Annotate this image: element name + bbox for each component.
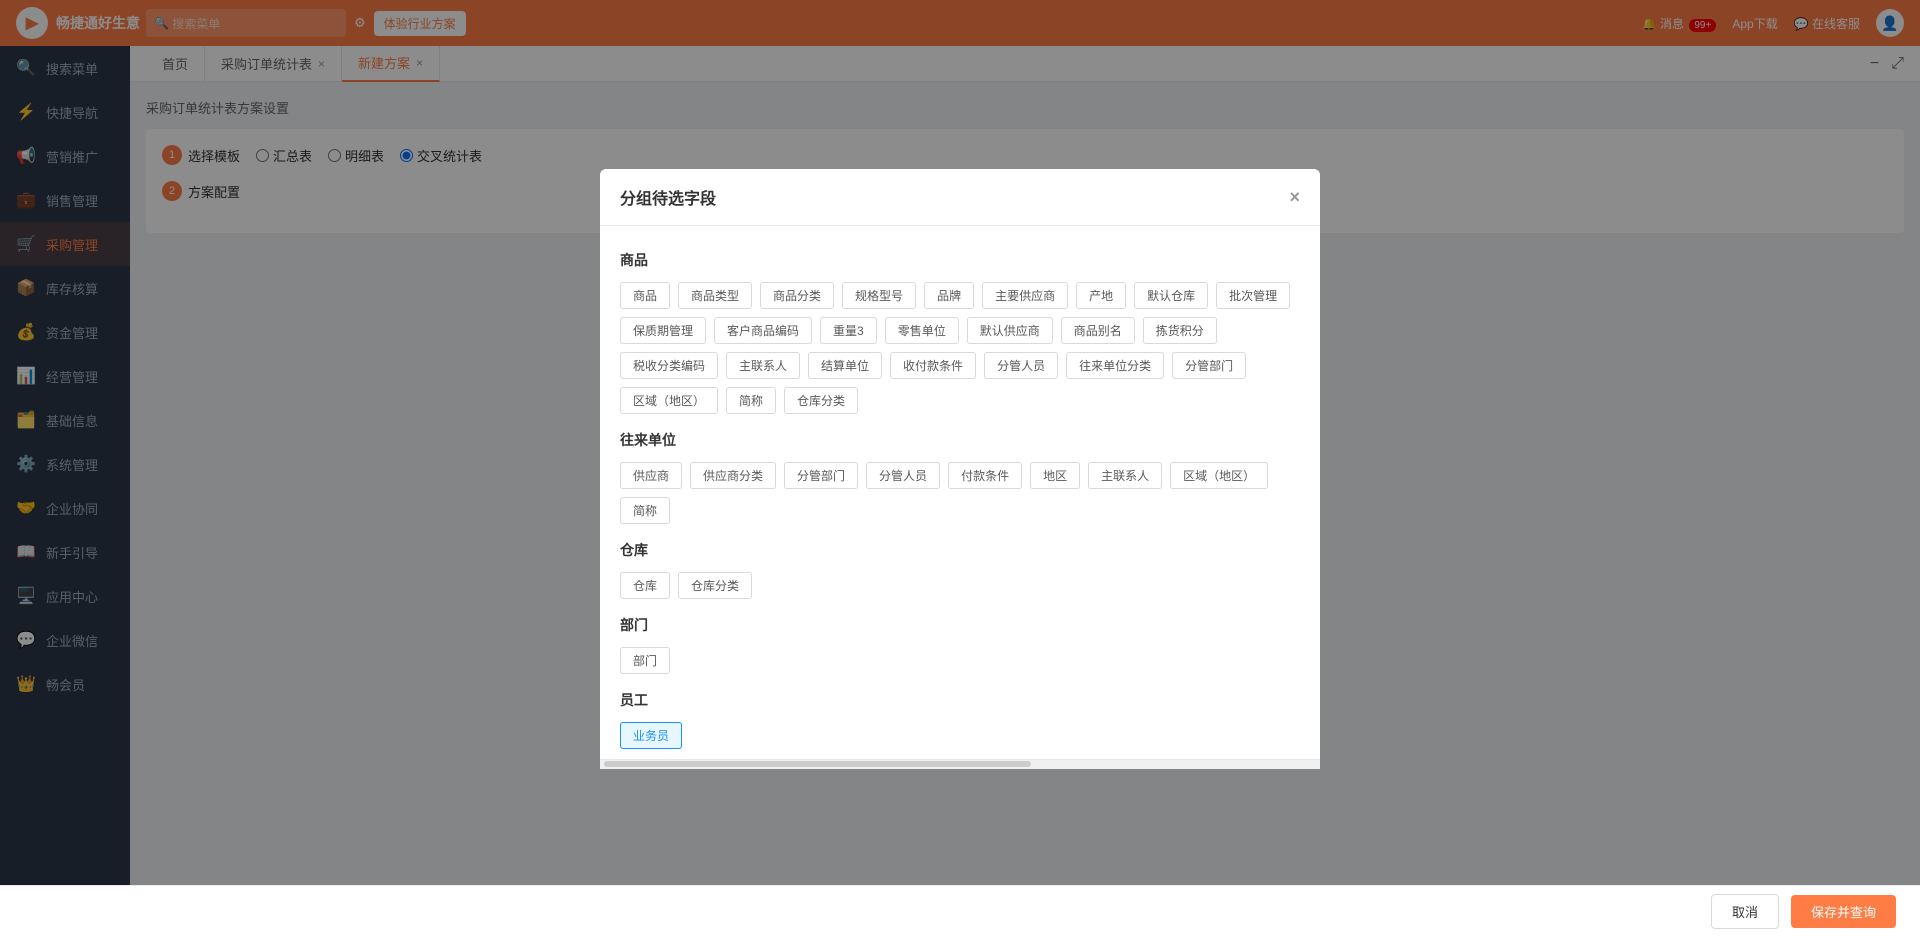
field-tag[interactable]: 保质期管理 — [620, 317, 706, 344]
field-grid-goods: 商品 商品类型 商品分类 规格型号 品牌 主要供应商 产地 默认仓库 批次管理 … — [620, 282, 1300, 414]
field-tag[interactable]: 主要供应商 — [982, 282, 1068, 309]
field-tag[interactable]: 地区 — [1030, 462, 1080, 489]
field-tag-selected[interactable]: 业务员 — [620, 722, 682, 749]
field-grid-partner: 供应商 供应商分类 分管部门 分管人员 付款条件 地区 主联系人 区域（地区） … — [620, 462, 1300, 524]
field-tag[interactable]: 主联系人 — [726, 352, 800, 379]
modal-close-btn[interactable]: × — [1289, 188, 1300, 206]
field-tag[interactable]: 规格型号 — [842, 282, 916, 309]
modal: 分组待选字段 × 商品 商品 商品类型 商品分类 规格型号 品牌 主要供应商 产… — [600, 169, 1320, 769]
section-title-warehouse: 仓库 — [620, 540, 1300, 560]
modal-title: 分组待选字段 — [620, 185, 716, 209]
modal-body[interactable]: 商品 商品 商品类型 商品分类 规格型号 品牌 主要供应商 产地 默认仓库 批次… — [600, 226, 1320, 759]
field-tag[interactable]: 收付款条件 — [890, 352, 976, 379]
field-tag[interactable]: 供应商 — [620, 462, 682, 489]
field-tag[interactable]: 零售单位 — [885, 317, 959, 344]
field-tag[interactable]: 品牌 — [924, 282, 974, 309]
field-tag[interactable]: 默认仓库 — [1134, 282, 1208, 309]
field-tag[interactable]: 分管部门 — [1172, 352, 1246, 379]
field-tag[interactable]: 区域（地区） — [620, 387, 718, 414]
field-tag[interactable]: 部门 — [620, 647, 670, 674]
field-tag[interactable]: 分管部门 — [784, 462, 858, 489]
field-tag[interactable]: 仓库 — [620, 572, 670, 599]
field-tag[interactable]: 税收分类编码 — [620, 352, 718, 379]
section-title-goods: 商品 — [620, 250, 1300, 270]
field-tag[interactable]: 商品别名 — [1061, 317, 1135, 344]
field-grid-staff: 业务员 — [620, 722, 1300, 749]
field-grid-dept: 部门 — [620, 647, 1300, 674]
modal-overlay: 分组待选字段 × 商品 商品 商品类型 商品分类 规格型号 品牌 主要供应商 产… — [0, 0, 1920, 937]
field-tag[interactable]: 区域（地区） — [1170, 462, 1268, 489]
modal-header: 分组待选字段 × — [600, 169, 1320, 226]
field-tag[interactable]: 主联系人 — [1088, 462, 1162, 489]
field-tag[interactable]: 简称 — [726, 387, 776, 414]
field-tag[interactable]: 仓库分类 — [678, 572, 752, 599]
field-tag[interactable]: 分管人员 — [866, 462, 940, 489]
field-tag[interactable]: 商品分类 — [760, 282, 834, 309]
field-tag[interactable]: 结算单位 — [808, 352, 882, 379]
page-footer: 取消 保存并查询 — [0, 885, 1920, 937]
section-title-dept: 部门 — [620, 615, 1300, 635]
field-tag[interactable]: 重量3 — [820, 317, 877, 344]
field-grid-warehouse: 仓库 仓库分类 — [620, 572, 1300, 599]
field-tag[interactable]: 产地 — [1076, 282, 1126, 309]
field-tag[interactable]: 供应商分类 — [690, 462, 776, 489]
field-tag[interactable]: 付款条件 — [948, 462, 1022, 489]
field-tag[interactable]: 简称 — [620, 497, 670, 524]
field-tag[interactable]: 商品 — [620, 282, 670, 309]
save-button[interactable]: 保存并查询 — [1791, 895, 1896, 928]
modal-hscroll[interactable] — [600, 759, 1320, 769]
field-tag[interactable]: 商品类型 — [678, 282, 752, 309]
section-title-partner: 往来单位 — [620, 430, 1300, 450]
field-tag[interactable]: 批次管理 — [1216, 282, 1290, 309]
field-tag[interactable]: 分管人员 — [984, 352, 1058, 379]
hscroll-thumb — [604, 761, 1031, 767]
field-tag[interactable]: 仓库分类 — [784, 387, 858, 414]
field-tag[interactable]: 默认供应商 — [967, 317, 1053, 344]
section-title-staff: 员工 — [620, 690, 1300, 710]
field-tag[interactable]: 客户商品编码 — [714, 317, 812, 344]
field-tag[interactable]: 拣货积分 — [1143, 317, 1217, 344]
field-tag[interactable]: 往来单位分类 — [1066, 352, 1164, 379]
cancel-button[interactable]: 取消 — [1711, 894, 1779, 929]
